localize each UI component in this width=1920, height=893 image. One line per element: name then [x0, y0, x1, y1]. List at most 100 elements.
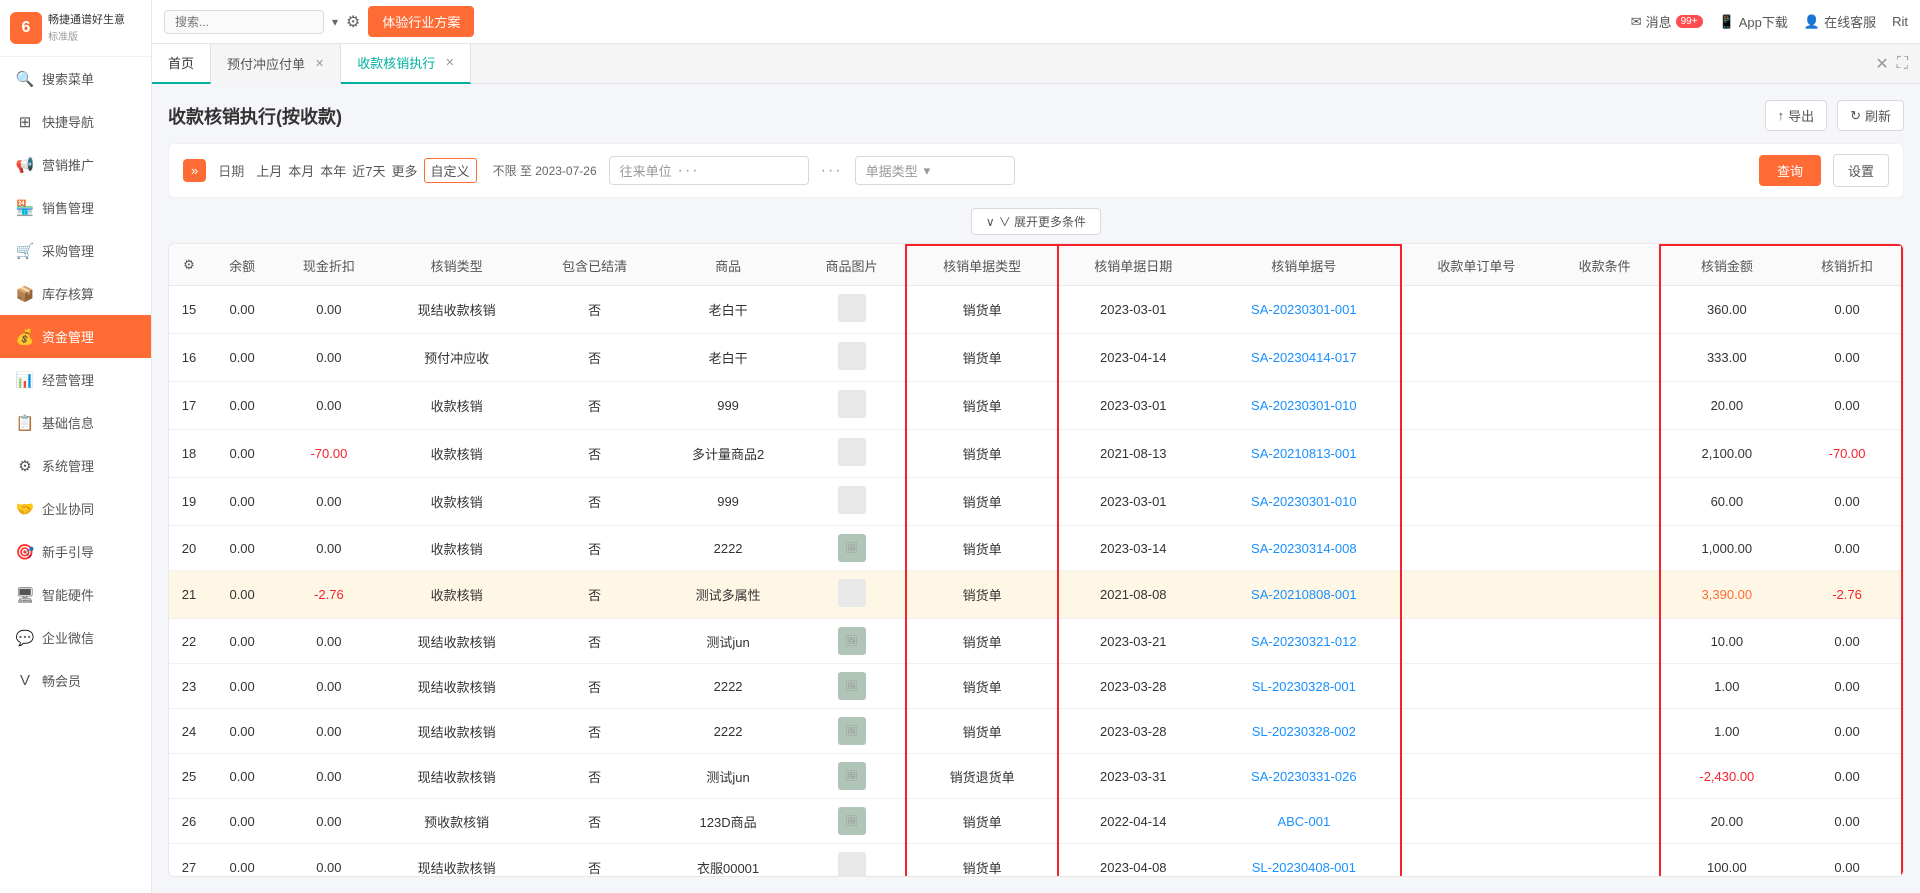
sidebar-item-10[interactable]: 🤝企业协同: [0, 487, 151, 530]
cell-bill_type: 销货单: [906, 478, 1057, 526]
tabbar: 首页 预付冲应付单 ✕ 收款核销执行 ✕ ✕ ⛶: [152, 44, 1920, 84]
tab-close-all-icon[interactable]: ✕: [1875, 54, 1888, 74]
data-table-wrapper[interactable]: ⚙余额现金折扣核销类型包含已结清商品商品图片核销单据类型核销单据日期核销单据号收…: [168, 243, 1904, 877]
sidebar-item-2[interactable]: 📢营销推广: [0, 143, 151, 186]
cell-settings: 27: [169, 844, 209, 878]
cell-balance: 0.00: [209, 571, 275, 619]
sidebar-item-0[interactable]: 🔍搜索菜单: [0, 57, 151, 100]
col-header-amount: 核销金额: [1660, 245, 1794, 286]
table-row: 160.000.00预付冲应收否老白干销货单2023-04-14SA-20230…: [169, 334, 1902, 382]
goods-image: 🖼: [838, 807, 866, 835]
page-header: 收款核销执行(按收款) ↑ 导出 ↻ 刷新: [168, 100, 1904, 131]
sidebar-item-13[interactable]: 💬企业微信: [0, 616, 151, 659]
bill-no-link[interactable]: SA-20230301-001: [1251, 302, 1357, 317]
user-name[interactable]: Rit: [1892, 14, 1908, 29]
cell-receipt_condition: [1551, 571, 1660, 619]
message-btn[interactable]: ✉ 消息 99+: [1631, 12, 1703, 31]
refresh-button[interactable]: ↻ 刷新: [1837, 100, 1904, 131]
query-button[interactable]: 查询: [1759, 155, 1821, 186]
expand-conditions-button[interactable]: ∨ ∨ 展开更多条件: [971, 208, 1101, 235]
cell-balance: 0.00: [209, 478, 275, 526]
cell-goods_img: 🖼: [798, 664, 907, 709]
sidebar-item-7[interactable]: 📊经营管理: [0, 358, 151, 401]
tab-home[interactable]: 首页: [152, 44, 211, 84]
filter-expand-button[interactable]: »: [183, 159, 206, 182]
col-header-balance: 余额: [209, 245, 275, 286]
date-option-more[interactable]: 更多: [392, 161, 418, 180]
sidebar-item-14[interactable]: V畅会员: [0, 659, 151, 702]
cell-bill_date: 2023-03-31: [1058, 754, 1208, 799]
cell-discount: 0.00: [1793, 844, 1902, 878]
gear-icon[interactable]: ⚙: [346, 12, 360, 32]
cell-goods_img: 🖼: [798, 526, 907, 571]
cell-receipt_condition: [1551, 799, 1660, 844]
table-row: 250.000.00现结收款核销否测试jun🖼销货退货单2023-03-31SA…: [169, 754, 1902, 799]
app-download-btn[interactable]: 📱 App下载: [1719, 12, 1788, 31]
sidebar-item-8[interactable]: 📋基础信息: [0, 401, 151, 444]
col-header-type: 核销类型: [383, 245, 531, 286]
bill-no-link[interactable]: SL-20230328-001: [1252, 679, 1356, 694]
date-option-this-year[interactable]: 本年: [320, 161, 346, 180]
sidebar-item-12[interactable]: 🖥智能硬件: [0, 573, 151, 616]
cell-bill_no: SA-20230414-017: [1208, 334, 1401, 382]
cell-discount: 0.00: [1793, 709, 1902, 754]
bill-no-link[interactable]: SA-20230414-017: [1251, 350, 1357, 365]
cell-type: 收款核销: [383, 571, 531, 619]
topbar-left: ▾ ⚙ 体验行业方案: [164, 6, 1619, 37]
bill-no-link[interactable]: SL-20230408-001: [1252, 860, 1356, 875]
date-option-7days[interactable]: 近7天: [352, 161, 385, 180]
sidebar-icon-4: 🛒: [16, 242, 34, 260]
online-service-btn[interactable]: 👤 在线客服: [1804, 12, 1876, 31]
date-option-this-month[interactable]: 本月: [288, 161, 314, 180]
sidebar-item-3[interactable]: 🏪销售管理: [0, 186, 151, 229]
tab-prepay-close[interactable]: ✕: [315, 57, 324, 70]
bill-no-link[interactable]: SA-20230301-010: [1251, 398, 1357, 413]
bill-no-link[interactable]: SA-20210808-001: [1251, 587, 1357, 602]
cell-receipt_order: [1401, 571, 1551, 619]
sidebar-item-5[interactable]: 📦库存核算: [0, 272, 151, 315]
date-option-last-month[interactable]: 上月: [256, 161, 282, 180]
cell-settings: 21: [169, 571, 209, 619]
bill-no-link[interactable]: SA-20230301-010: [1251, 494, 1357, 509]
cell-bill_type: 销货单: [906, 382, 1057, 430]
cell-amount: 20.00: [1660, 382, 1794, 430]
bill-no-link[interactable]: SA-20230314-008: [1251, 541, 1357, 556]
unit-filter[interactable]: 往来单位 ···: [609, 156, 809, 185]
cell-goods_img: [798, 571, 907, 619]
bill-no-link[interactable]: ABC-001: [1277, 814, 1330, 829]
unit-placeholder: 往来单位: [620, 161, 672, 180]
cell-amount: 1.00: [1660, 709, 1794, 754]
sidebar-label-5: 库存核算: [42, 284, 94, 303]
cell-cash_discount: 0.00: [275, 478, 382, 526]
bill-no-link[interactable]: SA-20210813-001: [1251, 446, 1357, 461]
date-custom-button[interactable]: 自定义: [424, 158, 477, 183]
bill-no-link[interactable]: SL-20230328-002: [1252, 724, 1356, 739]
bill-no-link[interactable]: SA-20230321-012: [1251, 634, 1357, 649]
cell-receipt_condition: [1551, 526, 1660, 571]
tab-receipt[interactable]: 收款核销执行 ✕: [341, 44, 471, 84]
search-input[interactable]: [164, 10, 324, 34]
type-filter[interactable]: 单据类型 ▾: [855, 156, 1015, 185]
tab-expand-icon[interactable]: ⛶: [1897, 55, 1908, 73]
sidebar-item-9[interactable]: ⚙系统管理: [0, 444, 151, 487]
tab-prepay[interactable]: 预付冲应付单 ✕: [211, 44, 341, 84]
sidebar-item-4[interactable]: 🛒采购管理: [0, 229, 151, 272]
table-row: 230.000.00现结收款核销否2222🖼销货单2023-03-28SL-20…: [169, 664, 1902, 709]
sidebar-item-6[interactable]: 💰资金管理: [0, 315, 151, 358]
solution-button[interactable]: 体验行业方案: [368, 6, 474, 37]
sidebar-item-1[interactable]: ⊞快捷导航: [0, 100, 151, 143]
sidebar-icon-8: 📋: [16, 414, 34, 432]
cell-goods: 测试jun: [659, 754, 798, 799]
setting-button[interactable]: 设置: [1833, 154, 1889, 187]
bill-no-link[interactable]: SA-20230331-026: [1251, 769, 1357, 784]
tab-receipt-close[interactable]: ✕: [445, 56, 454, 69]
cell-bill_date: 2023-03-28: [1058, 709, 1208, 754]
logo-text: 畅捷通谱好生意: [48, 13, 125, 28]
cell-bill_type: 销货单: [906, 526, 1057, 571]
sidebar-item-11[interactable]: 🎯新手引导: [0, 530, 151, 573]
date-range-display: 不限 至 2023-07-26: [493, 162, 597, 179]
dropdown-arrow[interactable]: ▾: [332, 15, 338, 29]
cell-receipt_condition: [1551, 334, 1660, 382]
cell-settings: 15: [169, 286, 209, 334]
export-button[interactable]: ↑ 导出: [1765, 100, 1828, 131]
